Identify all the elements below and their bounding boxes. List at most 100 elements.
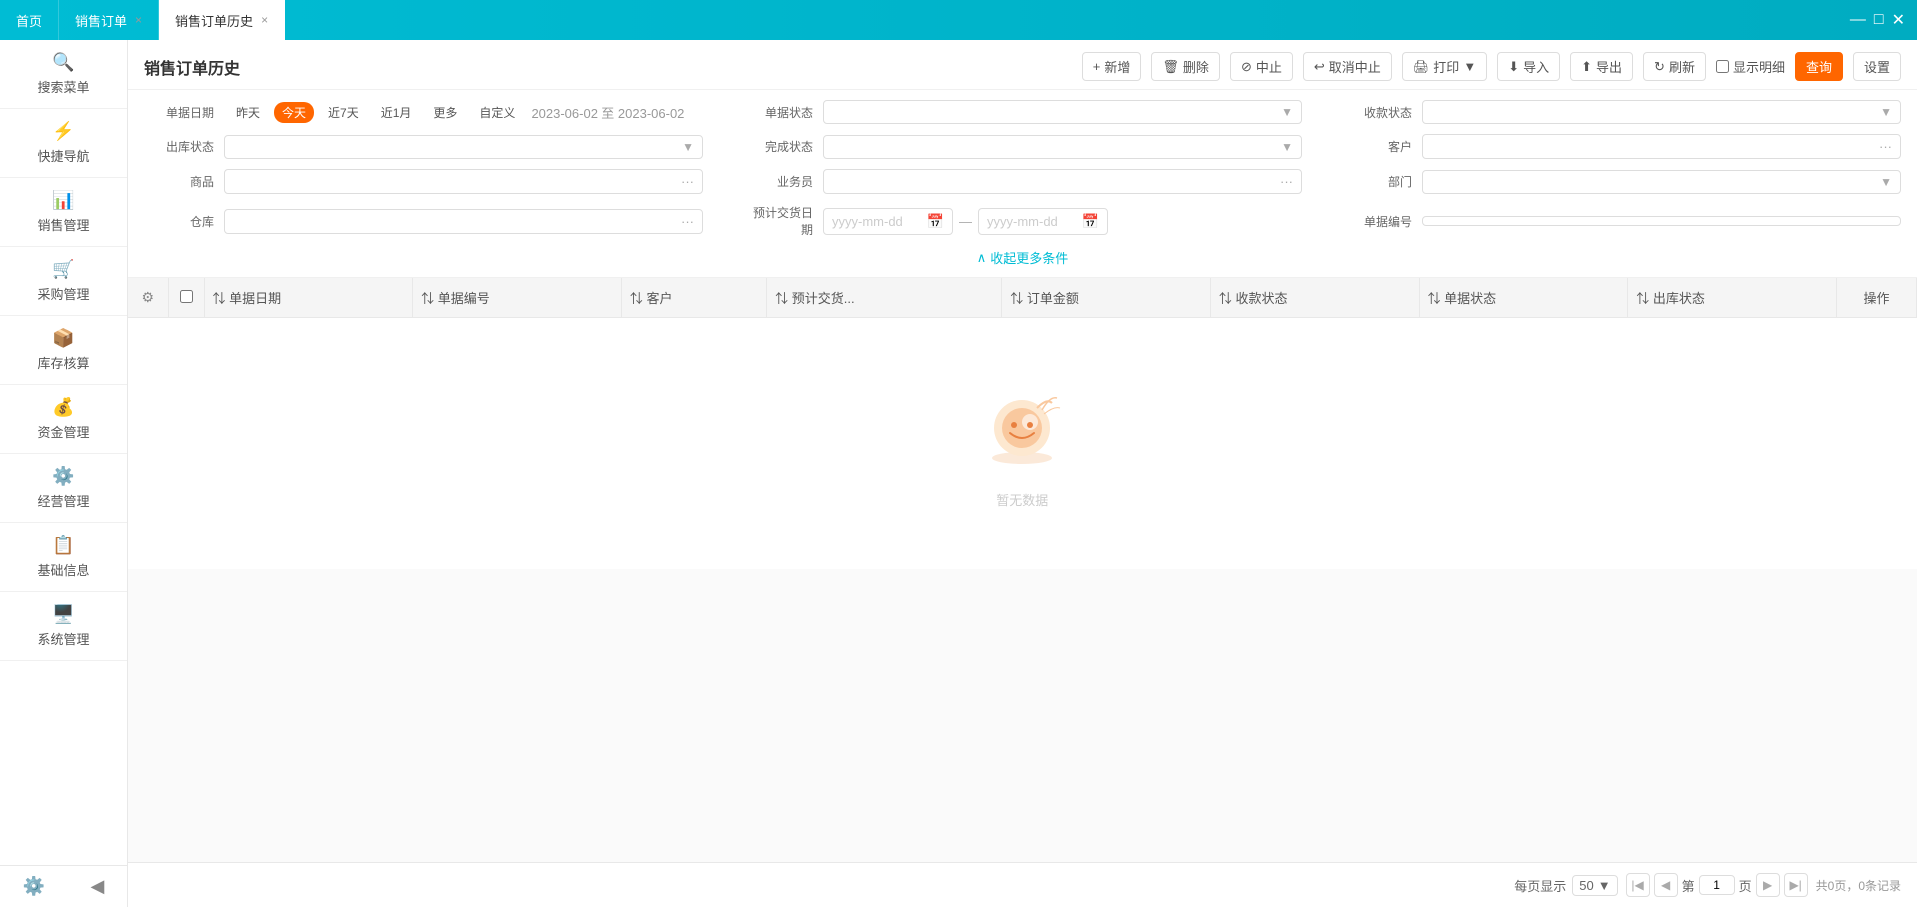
bill-number-label: 单据编号 (1342, 213, 1422, 230)
query-label: 查询 (1806, 57, 1832, 76)
tab-home[interactable]: 首页 (0, 0, 59, 40)
customer-input[interactable]: ··· (1422, 134, 1901, 159)
sidebar-settings-icon[interactable]: ⚙️ (23, 876, 45, 897)
refresh-icon: ↻ (1654, 59, 1665, 75)
tab-sales-order-close[interactable]: × (135, 13, 142, 27)
new-button[interactable]: + 新增 (1082, 52, 1142, 81)
page-number-input[interactable] (1699, 875, 1735, 895)
filter-row-4: 仓库 ··· 预计交货日期 yyyy-mm-dd 📅 — yyyy-mm-d (144, 204, 1901, 238)
select-all-checkbox[interactable] (180, 290, 193, 303)
stop-button[interactable]: ⊘ 中止 (1230, 52, 1293, 81)
department-select[interactable]: ▼ (1422, 170, 1901, 194)
refresh-label: 刷新 (1669, 57, 1695, 76)
per-page-chevron: ▼ (1598, 878, 1611, 893)
th-customer-label: ⇅ 客户 (630, 291, 673, 306)
expected-delivery-end-value: yyyy-mm-dd (987, 214, 1058, 229)
per-page-select[interactable]: 50 ▼ (1572, 875, 1617, 896)
table-area: ⚙ ⇅ 单据日期 ⇅ 单据编号 ⇅ 客户 (128, 278, 1917, 862)
th-expected-delivery: ⇅ 预计交货... (767, 278, 1002, 318)
tab-sales-order[interactable]: 销售订单 × (59, 0, 159, 40)
last-page-button[interactable]: ▶| (1784, 873, 1808, 897)
expected-delivery-end-input[interactable]: yyyy-mm-dd 📅 (978, 208, 1108, 235)
filter-row-3: 商品 ··· 业务员 ··· 部门 (144, 169, 1901, 194)
maximize-icon[interactable]: □ (1874, 11, 1884, 29)
date-quick-custom[interactable]: 自定义 (471, 102, 523, 123)
cancel-stop-button[interactable]: ↩ 取消中止 (1303, 52, 1392, 81)
completion-status-select[interactable]: ▼ (823, 135, 1302, 159)
display-details-label: 显示明细 (1733, 57, 1785, 76)
bill-number-input[interactable] (1422, 216, 1901, 226)
th-expected-delivery-label: ⇅ 预计交货... (775, 291, 854, 306)
date-quick-yesterday[interactable]: 昨天 (228, 102, 268, 123)
tab-sales-order-history-close[interactable]: × (261, 13, 268, 27)
th-bill-status-label: ⇅ 单据状态 (1428, 291, 1497, 306)
first-page-button[interactable]: |◀ (1626, 873, 1650, 897)
export-button[interactable]: ⬆ 导出 (1570, 52, 1633, 81)
sidebar-item-sales-mgmt[interactable]: 📊 销售管理 (0, 178, 127, 247)
salesperson-label: 业务员 (743, 173, 823, 190)
th-checkbox (168, 278, 204, 318)
date-quick-more[interactable]: 更多 (425, 102, 465, 123)
warehouse-input[interactable]: ··· (224, 209, 703, 234)
page-navigation: |◀ ◀ 第 页 ▶ ▶| (1626, 873, 1808, 897)
delivery-status-chevron: ▼ (682, 140, 694, 154)
refresh-button[interactable]: ↻ 刷新 (1643, 52, 1706, 81)
expected-delivery-start-value: yyyy-mm-dd (832, 214, 903, 229)
sidebar-item-search-menu[interactable]: 🔍 搜索菜单 (0, 40, 127, 109)
print-label: 打印 (1433, 57, 1459, 76)
print-button[interactable]: 🖨 打印 ▼ (1402, 52, 1487, 81)
sidebar-collapse-icon[interactable]: ◀ (90, 876, 104, 897)
warehouse-label: 仓库 (144, 213, 224, 230)
th-order-amount-label: ⇅ 订单金额 (1010, 291, 1079, 306)
date-filter-label: 单据日期 (144, 104, 224, 121)
close-icon[interactable]: ✕ (1892, 10, 1905, 30)
sidebar-item-search-menu-label: 搜索菜单 (37, 77, 89, 96)
settings-button[interactable]: 设置 (1853, 52, 1901, 81)
th-actions: 操作 (1837, 278, 1917, 318)
page-header: 销售订单历史 + 新增 🗑 删除 ⊘ 中止 ↩ 取消中止 (128, 40, 1917, 90)
delivery-status-select[interactable]: ▼ (224, 135, 703, 159)
collapse-label: 收起更多条件 (990, 248, 1068, 267)
prev-page-button[interactable]: ◀ (1654, 873, 1678, 897)
sidebar-item-finance-mgmt[interactable]: 💰 资金管理 (0, 385, 127, 454)
sidebar-item-purchase-mgmt[interactable]: 🛒 采购管理 (0, 247, 127, 316)
print-chevron: ▼ (1463, 59, 1476, 74)
date-range-start: 2023-06-02 (531, 106, 598, 121)
bill-status-select[interactable]: ▼ (823, 100, 1302, 124)
product-label: 商品 (144, 173, 224, 190)
collapse-button[interactable]: ∧ 收起更多条件 (144, 248, 1901, 267)
next-page-button[interactable]: ▶ (1756, 873, 1780, 897)
delete-button[interactable]: 🗑 删除 (1151, 52, 1220, 81)
th-bill-number-label: ⇅ 单据编号 (421, 291, 490, 306)
tab-sales-order-history[interactable]: 销售订单历史 × (159, 0, 285, 40)
quick-nav-icon: ⚡ (52, 121, 74, 142)
receipt-status-select[interactable]: ▼ (1422, 100, 1901, 124)
product-input[interactable]: ··· (224, 169, 703, 194)
query-button[interactable]: 查询 (1795, 52, 1843, 81)
display-details-checkbox[interactable] (1716, 60, 1729, 73)
sidebar-item-quick-nav[interactable]: ⚡ 快捷导航 (0, 109, 127, 178)
date-quick-7days[interactable]: 近7天 (320, 102, 367, 123)
bill-status-label: 单据状态 (743, 104, 823, 121)
receipt-status-label: 收款状态 (1342, 104, 1422, 121)
display-toggle[interactable]: 显示明细 (1716, 57, 1785, 76)
salesperson-input[interactable]: ··· (823, 169, 1302, 194)
sidebar-item-basic-info[interactable]: 📋 基础信息 (0, 523, 127, 592)
warehouse-dots-icon: ··· (681, 214, 694, 229)
salesperson-dots-icon: ··· (1280, 174, 1293, 189)
date-quick-today[interactable]: 今天 (274, 102, 314, 123)
expected-delivery-start-input[interactable]: yyyy-mm-dd 📅 (823, 208, 953, 235)
product-dots-icon: ··· (681, 174, 694, 189)
collapse-icon: ∧ (977, 250, 987, 266)
table-settings-icon[interactable]: ⚙ (141, 289, 154, 305)
sidebar-item-operations-mgmt[interactable]: ⚙️ 经营管理 (0, 454, 127, 523)
tab-sales-order-label: 销售订单 (75, 11, 127, 30)
sidebar-item-system-mgmt[interactable]: 🖥️ 系统管理 (0, 592, 127, 661)
date-quick-1month[interactable]: 近1月 (373, 102, 420, 123)
date-filter-control: 昨天 今天 近7天 近1月 更多 自定义 2023-06-02 至 2023-0… (224, 102, 703, 123)
customer-label: 客户 (1342, 138, 1422, 155)
import-button[interactable]: ⬇ 导入 (1497, 52, 1560, 81)
sidebar-item-inventory-mgmt[interactable]: 📦 库存核算 (0, 316, 127, 385)
minimize-icon[interactable]: — (1850, 11, 1866, 29)
th-receipt-status: ⇅ 收款状态 (1210, 278, 1419, 318)
